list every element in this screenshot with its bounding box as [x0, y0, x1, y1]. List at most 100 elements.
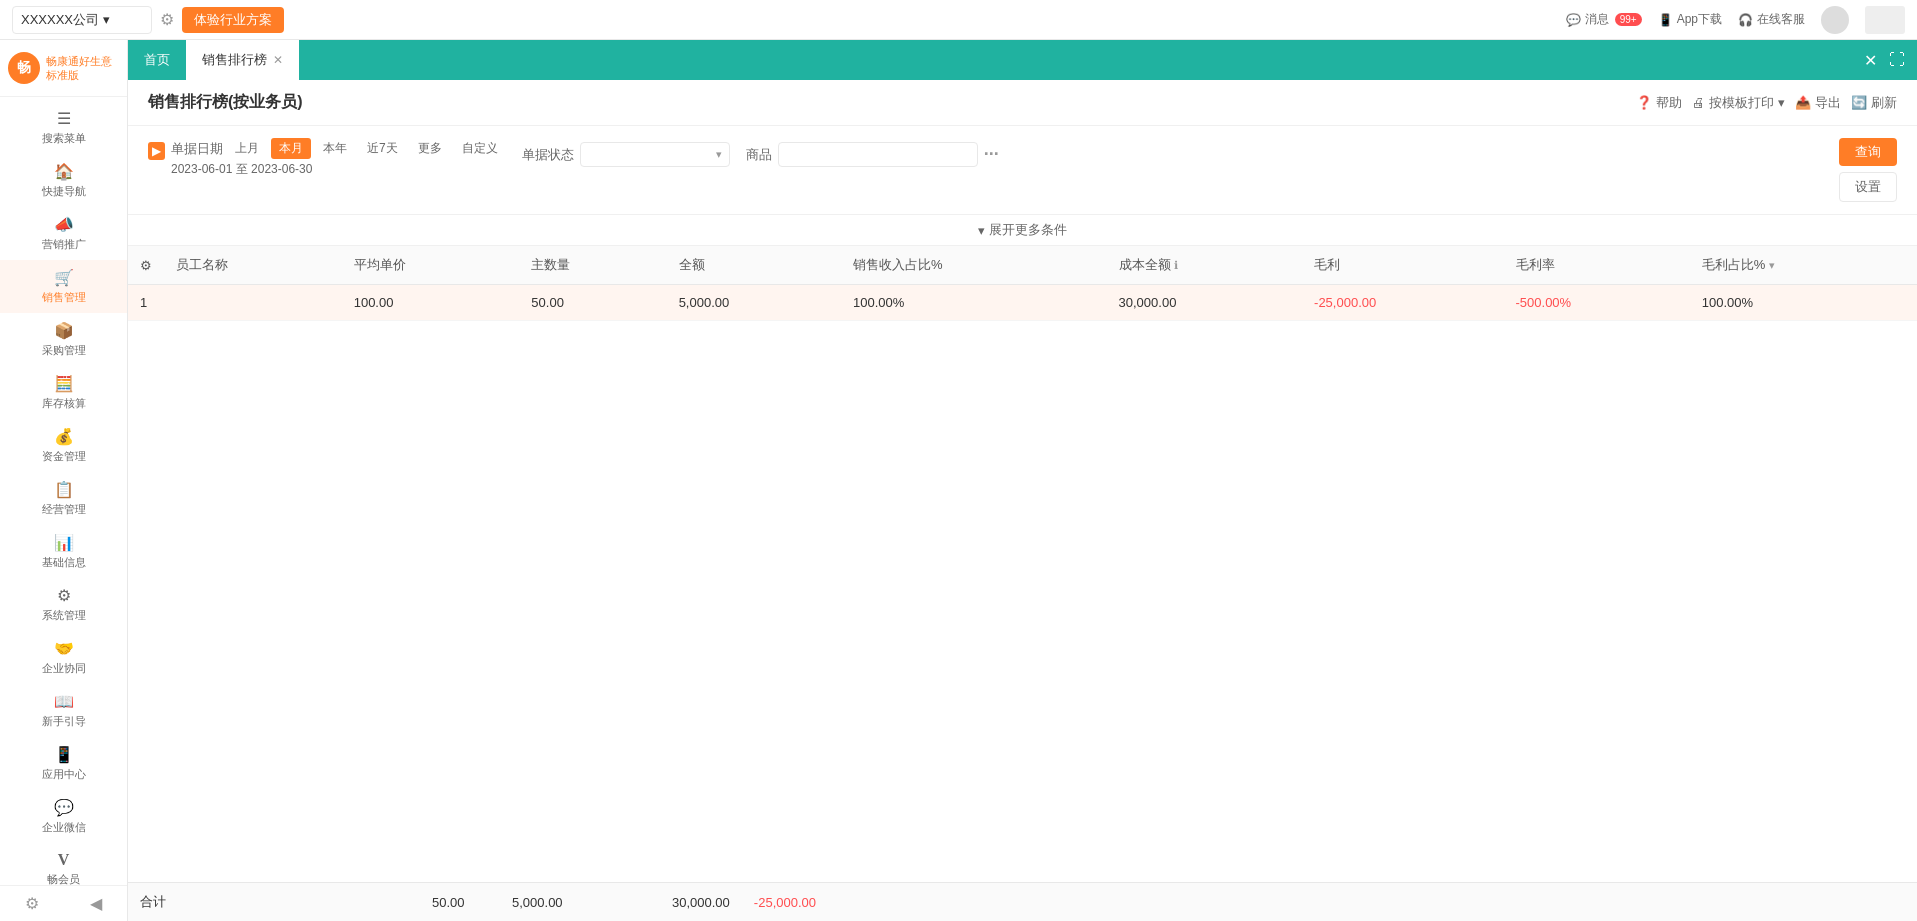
col-cost: 成本全额 ℹ	[1107, 246, 1303, 285]
print-dropdown-icon: ▾	[1778, 95, 1785, 110]
message-btn[interactable]: 💬 消息 99+	[1566, 11, 1642, 28]
help-btn[interactable]: ❓ 帮助	[1636, 94, 1682, 112]
sidebar-item-marketing[interactable]: 📣 营销推广	[0, 207, 127, 260]
sidebar-item-label: 新手引导	[42, 714, 86, 729]
settings-icon[interactable]: ⚙	[160, 10, 174, 29]
date-tab-this-month[interactable]: 本月	[271, 138, 311, 159]
sidebar-item-enterprise[interactable]: 🤝 企业协同	[0, 631, 127, 684]
company-selector[interactable]: XXXXXX公司 ▾	[12, 6, 152, 34]
table-wrap: ⚙ 员工名称 平均单价 主数量 全额 销售收入占比% 成本全额 ℹ 毛利 毛利率…	[128, 246, 1917, 882]
sidebar-item-guide[interactable]: 📖 新手引导	[0, 684, 127, 737]
tab-sales-rank[interactable]: 销售排行榜 ✕	[186, 40, 299, 80]
page-header: 销售排行榜(按业务员) ❓ 帮助 🖨 按模板打印 ▾ 📤	[128, 80, 1917, 126]
sidebar-item-label: 系统管理	[42, 608, 86, 623]
collapse-sidebar-icon[interactable]: ◀	[90, 894, 102, 913]
sidebar-item-operations[interactable]: 📋 经营管理	[0, 472, 127, 525]
sidebar-item-label: 快捷导航	[42, 184, 86, 199]
cell-gross-rate: -500.00%	[1504, 285, 1690, 321]
date-filter-label: 单据日期	[171, 140, 223, 158]
enterprise-icon: 🤝	[54, 639, 74, 658]
sidebar-item-label: 畅会员	[47, 872, 80, 885]
app-download-btn[interactable]: 📱 App下载	[1658, 11, 1722, 28]
date-range-display: 2023-06-01 至 2023-06-30	[171, 161, 506, 178]
member-icon: V	[58, 851, 70, 869]
expand-conditions-bar[interactable]: ▾ 展开更多条件	[128, 215, 1917, 246]
user-name-area	[1865, 6, 1905, 34]
trial-btn[interactable]: 体验行业方案	[182, 7, 284, 33]
col-sales-pct: 销售收入占比%	[841, 246, 1107, 285]
message-icon: 💬	[1566, 13, 1581, 27]
sidebar-item-member[interactable]: V 畅会员	[0, 843, 127, 885]
close-window-icon[interactable]: ✕	[1864, 51, 1877, 70]
purchase-icon: 📦	[54, 321, 74, 340]
wechat-icon: 💬	[54, 798, 74, 817]
date-tab-this-year[interactable]: 本年	[315, 138, 355, 159]
sidebar-item-system[interactable]: ⚙ 系统管理	[0, 578, 127, 631]
sidebar-item-label: 搜索菜单	[42, 131, 86, 146]
sidebar-item-search[interactable]: ☰ 搜索菜单	[0, 101, 127, 154]
marketing-icon: 📣	[54, 215, 74, 234]
tab-home-label: 首页	[144, 51, 170, 69]
col-gross-rate: 毛利率	[1504, 246, 1690, 285]
help-label: 帮助	[1656, 94, 1682, 112]
sidebar-item-wechat[interactable]: 💬 企业微信	[0, 790, 127, 843]
cell-gross: -25,000.00	[1302, 285, 1503, 321]
settings-bottom-icon[interactable]: ⚙	[25, 894, 39, 913]
date-tab-custom[interactable]: 自定义	[454, 138, 506, 159]
sidebar-item-purchase[interactable]: 📦 采购管理	[0, 313, 127, 366]
sidebar-item-label: 采购管理	[42, 343, 86, 358]
footer-quantity: 50.00	[420, 895, 500, 910]
status-filter-label: 单据状态	[522, 146, 574, 164]
sidebar-item-finance[interactable]: 💰 资金管理	[0, 419, 127, 472]
restore-window-icon[interactable]: ⛶	[1889, 51, 1905, 69]
status-filter-select[interactable]	[580, 142, 730, 167]
export-btn[interactable]: 📤 导出	[1795, 94, 1841, 112]
cell-rank: 1	[128, 285, 164, 321]
question-icon: ❓	[1636, 95, 1652, 110]
sidebar-item-label: 基础信息	[42, 555, 86, 570]
avatar[interactable]	[1821, 6, 1849, 34]
sidebar-item-app-center[interactable]: 📱 应用中心	[0, 737, 127, 790]
col-avg-price: 平均单价	[342, 246, 520, 285]
operations-icon: 📋	[54, 480, 74, 499]
goods-filter-input[interactable]	[778, 142, 978, 167]
sidebar-item-label: 销售管理	[42, 290, 86, 305]
sidebar-item-inventory[interactable]: 🧮 库存核算	[0, 366, 127, 419]
sidebar-item-label: 企业协同	[42, 661, 86, 676]
online-service-btn[interactable]: 🎧 在线客服	[1738, 11, 1805, 28]
guide-icon: 📖	[54, 692, 74, 711]
sidebar-bottom: ⚙ ◀	[0, 885, 127, 921]
cell-cost: 30,000.00	[1107, 285, 1303, 321]
cell-avg-price: 100.00	[342, 285, 520, 321]
refresh-label: 刷新	[1871, 94, 1897, 112]
basic-info-icon: 📊	[54, 533, 74, 552]
export-icon: 📤	[1795, 95, 1811, 110]
table-settings-icon[interactable]: ⚙	[140, 258, 152, 273]
sidebar-menu: ☰ 搜索菜单 🏠 快捷导航 📣 营销推广 🛒 销售管理 📦 采购管理	[0, 97, 127, 885]
col-gross-pct: 毛利占比% ▾	[1690, 246, 1917, 285]
logo-text: 畅康通好生意标准版	[46, 54, 112, 83]
refresh-btn[interactable]: 🔄 刷新	[1851, 94, 1897, 112]
col-settings[interactable]: ⚙	[128, 246, 164, 285]
tab-close-icon[interactable]: ✕	[273, 53, 283, 67]
sidebar-item-sales[interactable]: 🛒 销售管理	[0, 260, 127, 313]
tab-home[interactable]: 首页	[128, 40, 186, 80]
sidebar-item-shortcut[interactable]: 🏠 快捷导航	[0, 154, 127, 207]
finance-icon: 💰	[54, 427, 74, 446]
date-tab-more[interactable]: 更多	[410, 138, 450, 159]
date-tab-last-month[interactable]: 上月	[227, 138, 267, 159]
page-title: 销售排行榜(按业务员)	[148, 92, 303, 125]
settings-button[interactable]: 设置	[1839, 172, 1897, 202]
date-tab-7days[interactable]: 近7天	[359, 138, 406, 159]
expand-btn[interactable]: ▾ 展开更多条件	[978, 221, 1067, 239]
refresh-icon: 🔄	[1851, 95, 1867, 110]
more-options-dots[interactable]: ···	[984, 144, 999, 165]
sidebar-item-basic-info[interactable]: 📊 基础信息	[0, 525, 127, 578]
query-button[interactable]: 查询	[1839, 138, 1897, 166]
col-gross: 毛利	[1302, 246, 1503, 285]
cell-sales-pct: 100.00%	[841, 285, 1107, 321]
sidebar-item-label: 资金管理	[42, 449, 86, 464]
filter-expand-arrow[interactable]: ▶	[148, 142, 165, 160]
template-print-btn[interactable]: 🖨 按模板打印 ▾	[1692, 94, 1785, 112]
sidebar-logo: 畅 畅康通好生意标准版	[0, 40, 127, 97]
